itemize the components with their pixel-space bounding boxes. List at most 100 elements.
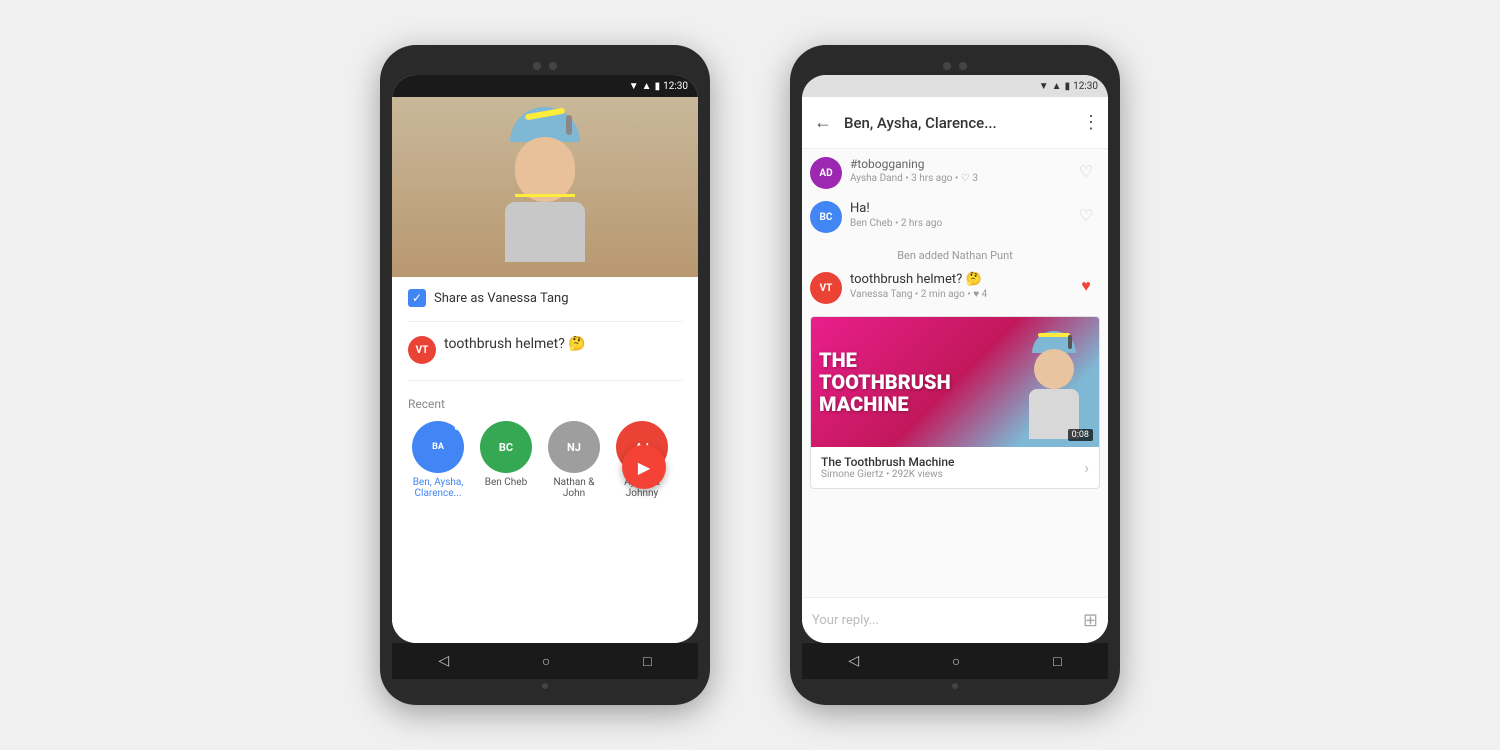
msg-avatar-inner-1: BC <box>810 201 842 233</box>
send-fab[interactable]: ▶ <box>622 445 666 489</box>
contact-avatar-inner-1: BC <box>480 421 532 473</box>
toothbrush-line1: THE <box>819 349 951 371</box>
recents-nav-2[interactable]: □ <box>1053 653 1061 670</box>
message-preview: VT toothbrush helmet? 🤔 <box>408 336 682 381</box>
msg-avatar-0: AD <box>810 157 842 189</box>
contact-avatar-1: BC <box>480 421 532 473</box>
battery-icon-2: ▮ <box>1065 81 1071 92</box>
conv-title: Ben, Aysha, Clarence... <box>844 114 1074 132</box>
back-button[interactable]: ← <box>810 108 836 137</box>
phone-screen-2: ▼ ▲ ▮ 12:30 ← Ben, Aysha, Clarence... ⋮ … <box>802 75 1108 643</box>
status-icons-2: ▼ ▲ ▮ 12:30 <box>1039 81 1098 92</box>
msg-content-1: Ha! Ben Cheb • 2 hrs ago <box>850 201 1064 229</box>
contact-avatar-inner-2: NJ <box>548 421 600 473</box>
video-info: The Toothbrush Machine Simone Giertz • 2… <box>811 447 1099 488</box>
msg-avatar-inner-0: AD <box>810 157 842 189</box>
msg-time-0: 3 hrs ago <box>911 173 952 184</box>
share-as-row[interactable]: ✓ Share as Vanessa Tang <box>408 289 682 322</box>
message-avatar: VT <box>408 336 436 364</box>
msg-avatar-1: BC <box>810 201 842 233</box>
toothbrush-line3: MACHINE <box>819 393 951 415</box>
phone-top-2 <box>802 57 1108 75</box>
person-silhouette-1 <box>485 107 605 267</box>
message-preview-text: toothbrush helmet? 🤔 <box>444 336 586 352</box>
phone-dot-2 <box>952 683 958 689</box>
video-sub-label: Simone Giertz • 292K views <box>821 469 954 480</box>
signal-icon: ▲ <box>642 81 652 92</box>
phone-dot-1 <box>542 683 548 689</box>
heart-btn-0[interactable]: ♡ <box>1072 157 1100 185</box>
fab-area: ▶ <box>408 499 682 549</box>
contact-name-4: Stace Alejan... <box>680 477 682 499</box>
signal-icon-2: ▲ <box>1052 81 1062 92</box>
heart-btn-1[interactable]: ♡ <box>1072 201 1100 229</box>
share-panel: ✓ Share as Vanessa Tang VT toothbrush he… <box>392 277 698 643</box>
camera-dot-2 <box>943 62 951 70</box>
phone-top-1 <box>392 57 698 75</box>
video-info-text: The Toothbrush Machine Simone Giertz • 2… <box>821 455 954 480</box>
contact-name-0: Ben, Aysha, Clarence... <box>408 477 468 499</box>
video-title-label: The Toothbrush Machine <box>821 455 954 469</box>
video-duration: 0:08 <box>1068 429 1093 441</box>
msg-time-1: 2 hrs ago <box>901 218 942 229</box>
time-2: 12:30 <box>1073 81 1098 92</box>
more-button[interactable]: ⋮ <box>1082 112 1100 133</box>
msg-content-0: #tobogganing Aysha Dand • 3 hrs ago • ♡ … <box>850 157 1064 184</box>
wifi-icon: ▼ <box>629 81 639 92</box>
status-bar-2: ▼ ▲ ▮ 12:30 <box>802 75 1108 97</box>
reply-input[interactable]: Your reply... <box>812 613 1075 628</box>
toothbrush-line2: TOOTHBRUSH <box>819 371 951 393</box>
featured-msg-text: toothbrush helmet? 🤔 <box>850 272 1064 287</box>
msg-likes-0: 3 <box>972 173 978 184</box>
video-card[interactable]: THE TOOTHBRUSH MACHINE 0:08 <box>810 316 1100 489</box>
featured-msg-row: VT toothbrush helmet? 🤔 Vanessa Tang • 2… <box>810 272 1100 304</box>
wifi-icon-2: ▼ <box>1039 81 1049 92</box>
back-nav-1[interactable]: ◁ <box>438 653 449 669</box>
video-thumb: THE TOOTHBRUSH MACHINE 0:08 <box>811 317 1099 447</box>
recent-label: Recent <box>408 397 682 411</box>
msg-meta-1: Ben Cheb • 2 hrs ago <box>850 218 1064 229</box>
message-row-0: AD #tobogganing Aysha Dand • 3 hrs ago •… <box>810 157 1100 189</box>
speaker-1 <box>549 62 557 70</box>
face-1 <box>515 137 575 202</box>
conv-body: AD #tobogganing Aysha Dand • 3 hrs ago •… <box>802 149 1108 597</box>
contact-avatar-0: BA 8 <box>412 421 464 473</box>
reply-bar: Your reply... ⊞ <box>802 597 1108 643</box>
conv-header: ← Ben, Aysha, Clarence... ⋮ <box>802 97 1108 149</box>
featured-sender: Vanessa Tang <box>850 289 912 300</box>
msg-likes-icon-0: ♡ <box>961 173 970 184</box>
message-avatar-inner: VT <box>408 336 436 364</box>
contact-name-2: Nathan & John <box>544 477 604 499</box>
featured-msg-avatar: VT <box>810 272 842 304</box>
featured-msg-content: toothbrush helmet? 🤔 Vanessa Tang • 2 mi… <box>850 272 1064 300</box>
featured-likes: 4 <box>982 289 988 300</box>
home-nav-2[interactable]: ○ <box>952 653 960 670</box>
speaker-2 <box>959 62 967 70</box>
nav-bar-1: ◁ ○ □ <box>392 643 698 679</box>
badge-0: 8 <box>448 421 464 437</box>
contact-name-1: Ben Cheb <box>485 477 527 488</box>
system-msg: Ben added Nathan Punt <box>810 245 1100 266</box>
camera-dot-1 <box>533 62 541 70</box>
featured-likes-icon: ♥ <box>973 289 979 300</box>
share-as-label: Share as Vanessa Tang <box>434 291 569 306</box>
video-thumbnail-1 <box>392 97 698 277</box>
msg-text-1: Ha! <box>850 201 1064 216</box>
message-row-1: BC Ha! Ben Cheb • 2 hrs ago ♡ <box>810 201 1100 233</box>
status-bar-1: ▼ ▲ ▮ 12:30 <box>392 75 698 97</box>
contact-item-0[interactable]: BA 8 Ben, Aysha, Clarence... <box>408 421 468 499</box>
recents-nav-1[interactable]: □ <box>643 653 651 670</box>
video-person-1 <box>392 97 698 277</box>
contact-item-4[interactable]: SA Stace Alejan... <box>680 421 682 499</box>
heart-btn-featured[interactable]: ♥ <box>1072 272 1100 300</box>
status-icons-1: ▼ ▲ ▮ 12:30 <box>629 81 688 92</box>
msg-text-0: #tobogganing <box>850 157 1030 171</box>
share-as-checkbox[interactable]: ✓ <box>408 289 426 307</box>
chevron-right-icon[interactable]: › <box>1084 458 1089 477</box>
home-nav-1[interactable]: ○ <box>542 653 550 670</box>
reply-icon[interactable]: ⊞ <box>1083 610 1098 631</box>
contact-item-2[interactable]: NJ Nathan & John <box>544 421 604 499</box>
back-nav-2[interactable]: ◁ <box>848 653 859 669</box>
msg-sender-1: Ben Cheb <box>850 218 892 229</box>
contact-item-1[interactable]: BC Ben Cheb <box>476 421 536 499</box>
